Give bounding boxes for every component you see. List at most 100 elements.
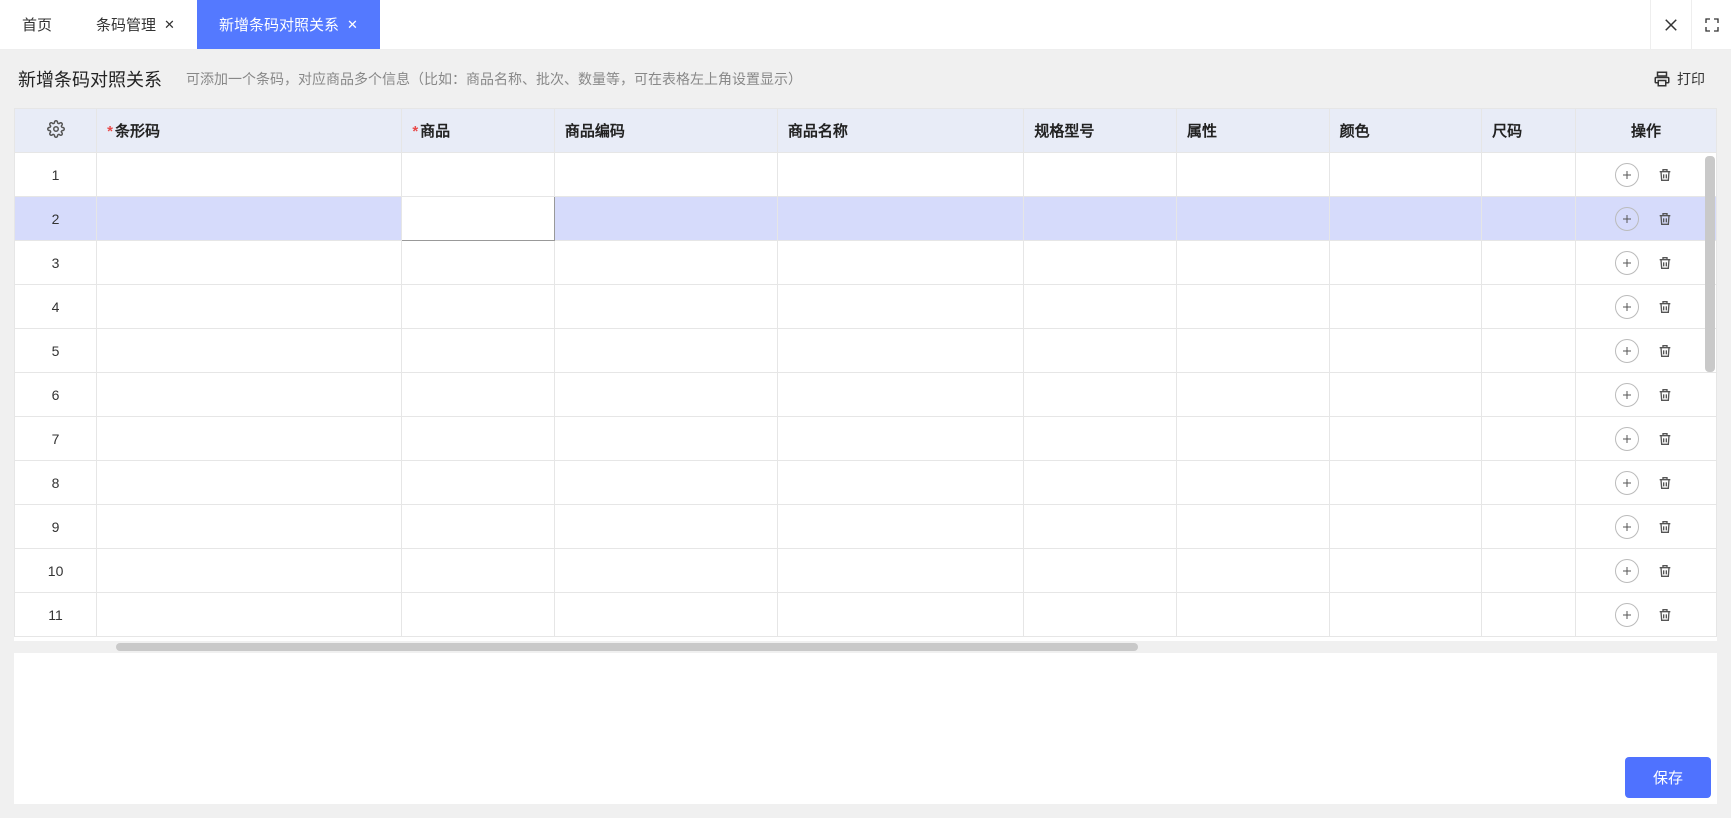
- cell-attr[interactable]: [1176, 505, 1329, 549]
- cell-color[interactable]: [1329, 285, 1482, 329]
- cell-name[interactable]: [777, 285, 1023, 329]
- delete-row-button[interactable]: [1653, 603, 1677, 627]
- cell-color[interactable]: [1329, 461, 1482, 505]
- cell-barcode[interactable]: [97, 285, 402, 329]
- table-row[interactable]: 9: [15, 505, 1717, 549]
- cell-code[interactable]: [554, 593, 777, 637]
- cell-product[interactable]: [402, 329, 555, 373]
- delete-row-button[interactable]: [1653, 163, 1677, 187]
- cell-barcode[interactable]: [97, 549, 402, 593]
- cell-attr[interactable]: [1176, 197, 1329, 241]
- cell-color[interactable]: [1329, 329, 1482, 373]
- cell-attr[interactable]: [1176, 241, 1329, 285]
- add-row-button[interactable]: [1615, 339, 1639, 363]
- cell-color[interactable]: [1329, 417, 1482, 461]
- cell-name[interactable]: [777, 593, 1023, 637]
- cell-code[interactable]: [554, 549, 777, 593]
- cell-size[interactable]: [1482, 285, 1576, 329]
- add-row-button[interactable]: [1615, 427, 1639, 451]
- cell-barcode[interactable]: [97, 373, 402, 417]
- cell-code[interactable]: [554, 153, 777, 197]
- delete-row-button[interactable]: [1653, 515, 1677, 539]
- tab-close-icon[interactable]: ✕: [164, 18, 175, 31]
- cell-product[interactable]: [402, 593, 555, 637]
- add-row-button[interactable]: [1615, 515, 1639, 539]
- cell-color[interactable]: [1329, 373, 1482, 417]
- add-row-button[interactable]: [1615, 251, 1639, 275]
- cell-spec[interactable]: [1024, 241, 1177, 285]
- delete-row-button[interactable]: [1653, 251, 1677, 275]
- delete-row-button[interactable]: [1653, 471, 1677, 495]
- horizontal-scrollbar[interactable]: [14, 641, 1717, 653]
- cell-name[interactable]: [777, 549, 1023, 593]
- cell-name[interactable]: [777, 153, 1023, 197]
- cell-spec[interactable]: [1024, 549, 1177, 593]
- add-row-button[interactable]: [1615, 295, 1639, 319]
- fullscreen-button[interactable]: [1691, 0, 1731, 50]
- print-button[interactable]: 打印: [1653, 69, 1713, 89]
- cell-attr[interactable]: [1176, 373, 1329, 417]
- cell-size[interactable]: [1482, 329, 1576, 373]
- cell-attr[interactable]: [1176, 153, 1329, 197]
- cell-attr[interactable]: [1176, 549, 1329, 593]
- delete-row-button[interactable]: [1653, 427, 1677, 451]
- cell-barcode[interactable]: [97, 241, 402, 285]
- cell-name[interactable]: [777, 461, 1023, 505]
- cell-size[interactable]: [1482, 241, 1576, 285]
- cell-barcode[interactable]: [97, 197, 402, 241]
- cell-spec[interactable]: [1024, 197, 1177, 241]
- delete-row-button[interactable]: [1653, 559, 1677, 583]
- cell-name[interactable]: [777, 373, 1023, 417]
- table-row[interactable]: 3: [15, 241, 1717, 285]
- cell-product[interactable]: [402, 461, 555, 505]
- cell-attr[interactable]: [1176, 593, 1329, 637]
- cell-name[interactable]: [777, 417, 1023, 461]
- table-row[interactable]: 6: [15, 373, 1717, 417]
- cell-spec[interactable]: [1024, 373, 1177, 417]
- cell-color[interactable]: [1329, 549, 1482, 593]
- cell-barcode[interactable]: [97, 417, 402, 461]
- cell-spec[interactable]: [1024, 285, 1177, 329]
- cell-product[interactable]: [402, 285, 555, 329]
- cell-code[interactable]: [554, 461, 777, 505]
- delete-row-button[interactable]: [1653, 207, 1677, 231]
- cell-color[interactable]: [1329, 593, 1482, 637]
- add-row-button[interactable]: [1615, 383, 1639, 407]
- cell-code[interactable]: [554, 505, 777, 549]
- cell-name[interactable]: [777, 241, 1023, 285]
- cell-size[interactable]: [1482, 197, 1576, 241]
- cell-size[interactable]: [1482, 153, 1576, 197]
- cell-name[interactable]: [777, 197, 1023, 241]
- cell-product[interactable]: [402, 373, 555, 417]
- cell-code[interactable]: [554, 417, 777, 461]
- cell-color[interactable]: [1329, 197, 1482, 241]
- add-row-button[interactable]: [1615, 207, 1639, 231]
- table-row[interactable]: 5: [15, 329, 1717, 373]
- cell-size[interactable]: [1482, 417, 1576, 461]
- cell-color[interactable]: [1329, 241, 1482, 285]
- cell-barcode[interactable]: [97, 461, 402, 505]
- cell-size[interactable]: [1482, 461, 1576, 505]
- add-row-button[interactable]: [1615, 163, 1639, 187]
- cell-attr[interactable]: [1176, 285, 1329, 329]
- cell-barcode[interactable]: [97, 329, 402, 373]
- cell-product[interactable]: [402, 549, 555, 593]
- cell-barcode[interactable]: [97, 593, 402, 637]
- tab[interactable]: 条码管理✕: [74, 0, 197, 49]
- cell-spec[interactable]: [1024, 505, 1177, 549]
- cell-name[interactable]: [777, 329, 1023, 373]
- add-row-button[interactable]: [1615, 603, 1639, 627]
- cell-barcode[interactable]: [97, 153, 402, 197]
- table-row[interactable]: 7: [15, 417, 1717, 461]
- cell-product[interactable]: [402, 241, 555, 285]
- cell-code[interactable]: [554, 373, 777, 417]
- cell-product[interactable]: [402, 505, 555, 549]
- add-row-button[interactable]: [1615, 471, 1639, 495]
- cell-product[interactable]: [402, 153, 555, 197]
- cell-product[interactable]: [402, 197, 555, 241]
- cell-size[interactable]: [1482, 593, 1576, 637]
- table-row[interactable]: 8: [15, 461, 1717, 505]
- close-all-tabs-button[interactable]: [1651, 0, 1691, 50]
- cell-code[interactable]: [554, 285, 777, 329]
- table-row[interactable]: 1: [15, 153, 1717, 197]
